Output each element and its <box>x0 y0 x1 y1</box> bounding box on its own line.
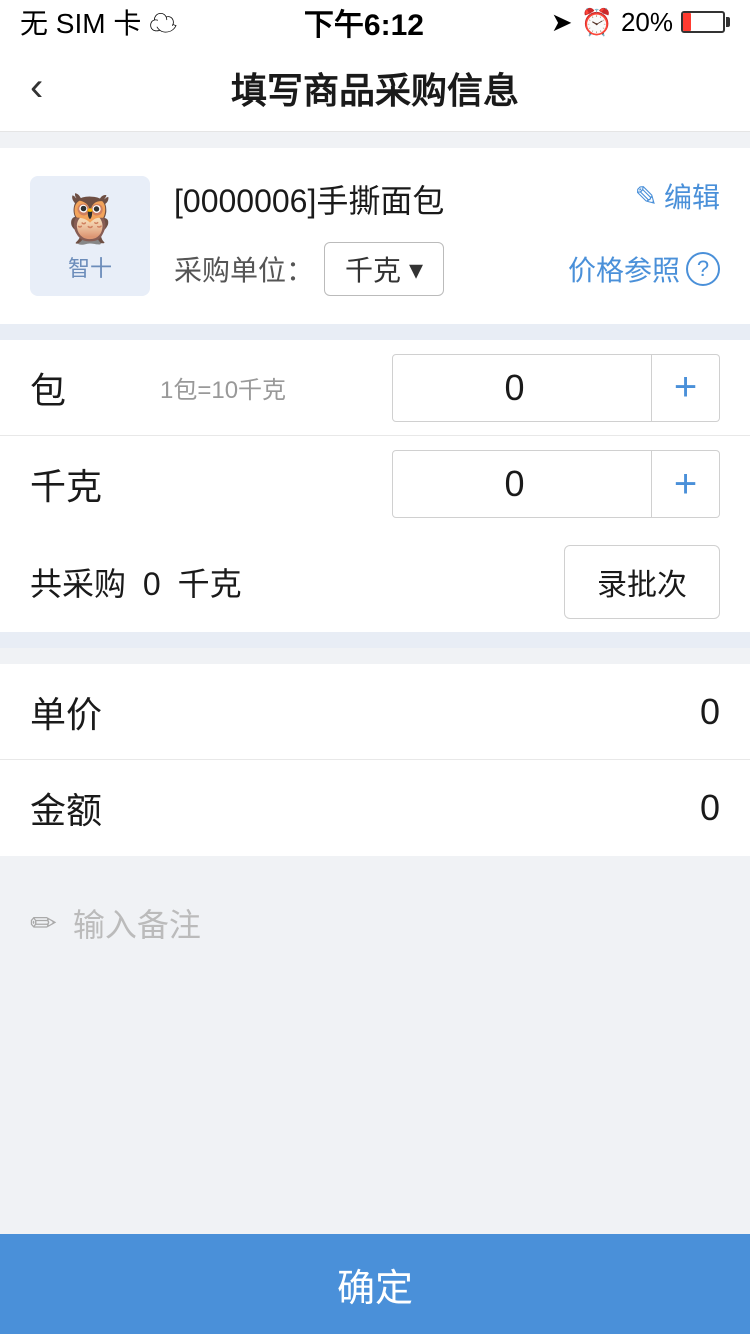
bao-label: 包 <box>30 362 150 414</box>
total-section: 共采购 0 千克 录批次 <box>0 532 750 632</box>
amount-label: 金额 <box>30 782 102 834</box>
kg-plus-button[interactable]: + <box>652 450 720 518</box>
product-logo-text: 智十 <box>68 251 112 283</box>
kg-input-right: + <box>392 450 720 518</box>
content: 🦉 智十 [0000006]手撕面包 ✎ 编辑 采购单位： 千克 ▾ <box>0 148 750 1332</box>
nav-bar: ‹ 填写商品采购信息 <box>0 44 750 132</box>
unit-select[interactable]: 千克 ▾ <box>324 242 444 296</box>
unit-value: 千克 <box>345 249 401 289</box>
product-thumbnail: 🦉 智十 <box>30 176 150 296</box>
total-prefix: 共采购 <box>30 566 126 602</box>
unit-price-label: 单价 <box>30 686 102 738</box>
bao-sublabel: 1包=10千克 <box>160 370 286 405</box>
alarm-icon: ⏰ <box>581 7 613 38</box>
total-text: 共采购 0 千克 <box>30 559 242 605</box>
product-name: [0000006]手撕面包 <box>174 176 444 222</box>
unit-label: 采购单位： <box>174 249 314 289</box>
note-placeholder: 输入备注 <box>73 900 201 946</box>
product-info: [0000006]手撕面包 ✎ 编辑 采购单位： 千克 ▾ 价格参照 ? <box>174 176 720 296</box>
unit-price-row: 单价 0 <box>0 664 750 760</box>
product-card: 🦉 智十 [0000006]手撕面包 ✎ 编辑 采购单位： 千克 ▾ <box>0 148 750 324</box>
section-divider-1 <box>0 324 750 340</box>
sim-signal: 无 SIM 卡 ☁ <box>20 2 177 42</box>
owl-icon: 🦉 <box>60 190 120 247</box>
battery-icon <box>681 11 730 33</box>
record-batch-button[interactable]: 录批次 <box>564 545 720 619</box>
kg-input[interactable] <box>392 450 652 518</box>
amount-row: 金额 0 <box>0 760 750 856</box>
price-ref-button[interactable]: 价格参照 ? <box>568 249 720 289</box>
kg-label: 千克 <box>30 458 150 510</box>
location-icon: ➤ <box>551 7 573 38</box>
product-unit-row: 采购单位： 千克 ▾ 价格参照 ? <box>174 242 720 296</box>
price-info-section: 单价 0 金额 0 <box>0 664 750 856</box>
bao-plus-button[interactable]: + <box>652 354 720 422</box>
bao-input-row: 包 1包=10千克 + <box>0 340 750 436</box>
battery-percent: 20% <box>621 7 673 38</box>
total-row: 共采购 0 千克 录批次 <box>0 532 750 632</box>
section-divider-2 <box>0 632 750 648</box>
total-unit: 千克 <box>178 566 242 602</box>
back-button[interactable]: ‹ <box>30 65 43 110</box>
kg-input-row: 千克 + <box>0 436 750 532</box>
amount-value: 0 <box>700 787 720 829</box>
bao-input[interactable] <box>392 354 652 422</box>
price-ref-help-icon: ? <box>686 252 720 286</box>
quantity-input-section: 包 1包=10千克 + 千克 + <box>0 340 750 532</box>
bao-input-right: + <box>392 354 720 422</box>
price-ref-label: 价格参照 <box>568 249 680 289</box>
pencil-icon: ✏ <box>30 904 57 942</box>
edit-button[interactable]: ✎ 编辑 <box>635 176 720 216</box>
status-left: 无 SIM 卡 ☁ <box>20 2 177 42</box>
edit-icon: ✎ <box>635 180 658 213</box>
edit-label: 编辑 <box>664 176 720 216</box>
dropdown-icon: ▾ <box>409 253 423 286</box>
note-section[interactable]: ✏ 输入备注 <box>0 872 750 1232</box>
product-header: [0000006]手撕面包 ✎ 编辑 <box>174 176 720 222</box>
page-title: 填写商品采购信息 <box>231 62 519 114</box>
status-right: ➤ ⏰ 20% <box>551 7 730 38</box>
status-time: 下午6:12 <box>304 0 424 44</box>
unit-price-value: 0 <box>700 691 720 733</box>
total-value: 0 <box>143 566 161 602</box>
status-bar: 无 SIM 卡 ☁ 下午6:12 ➤ ⏰ 20% <box>0 0 750 44</box>
confirm-button[interactable]: 确定 <box>0 1234 750 1334</box>
